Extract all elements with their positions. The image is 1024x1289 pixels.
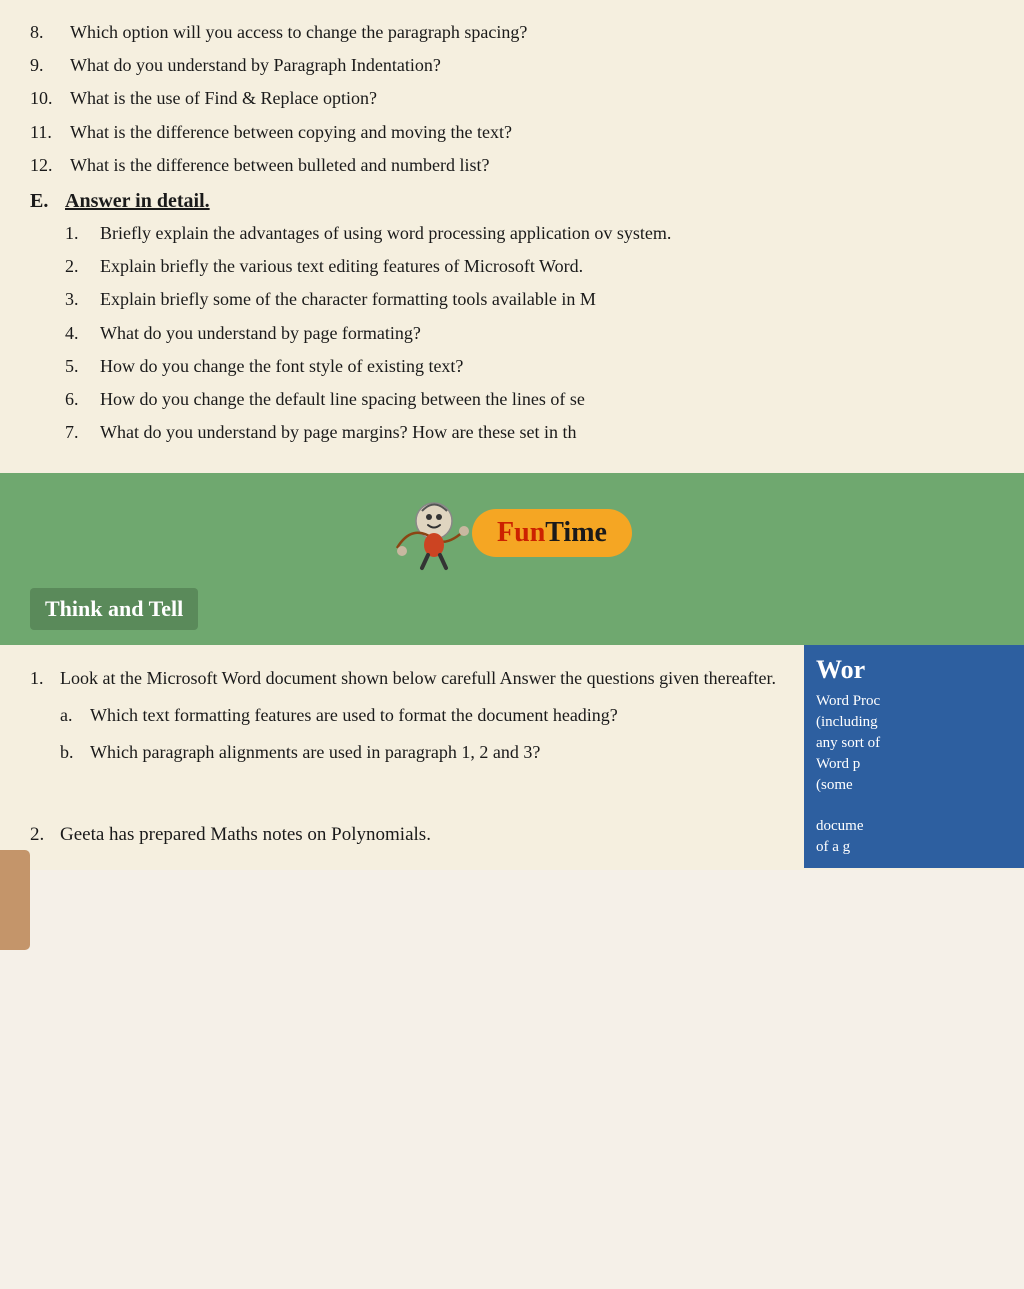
side-box-line3: any sort of xyxy=(816,735,880,751)
fun-content-area: Wor Word Proc (including any sort of Wor… xyxy=(0,645,1024,811)
question-number: 12. xyxy=(30,153,70,178)
fun-question-text: Look at the Microsoft Word document show… xyxy=(60,668,776,688)
fun-label-fun: Fun xyxy=(497,517,545,548)
answer-text: Explain briefly the various text editing… xyxy=(100,254,994,279)
list-item: 2. Explain briefly the various text edit… xyxy=(65,254,994,279)
question-text: What do you understand by Paragraph Inde… xyxy=(70,53,994,78)
fun-time-section: FunTime Think and Tell xyxy=(0,473,1024,645)
question-list: 8. Which option will you access to chang… xyxy=(30,20,994,178)
answer-text: Explain briefly some of the character fo… xyxy=(100,287,994,312)
list-item: 9. What do you understand by Paragraph I… xyxy=(30,53,994,78)
main-content: 8. Which option will you access to chang… xyxy=(0,0,1024,473)
sub-label-b: b. xyxy=(60,739,90,766)
list-item: 11. What is the difference between copyi… xyxy=(30,120,994,145)
question-number: 8. xyxy=(30,20,70,45)
side-box-line4: Word p xyxy=(816,756,860,772)
list-item: 3. Explain briefly some of the character… xyxy=(65,287,994,312)
answer-text: How do you change the default line spaci… xyxy=(100,387,994,412)
question-text: Which option will you access to change t… xyxy=(70,20,994,45)
mascot-icon xyxy=(392,493,472,573)
answer-text: How do you change the font style of exis… xyxy=(100,354,994,379)
side-box-line5: (some xyxy=(816,777,853,793)
answer-number: 5. xyxy=(65,354,100,379)
list-item: 8. Which option will you access to chang… xyxy=(30,20,994,45)
answer-number: 2. xyxy=(65,254,100,279)
answer-number: 4. xyxy=(65,321,100,346)
left-hand-decoration xyxy=(0,850,30,950)
list-item: 10. What is the use of Find & Replace op… xyxy=(30,86,994,111)
list-item: 7. What do you understand by page margin… xyxy=(65,420,994,445)
question-number: 11. xyxy=(30,120,70,145)
fun-time-header: FunTime xyxy=(30,493,994,573)
side-box-content: Word Proc (including any sort of Word p … xyxy=(816,691,1012,796)
side-box-line1: Word Proc xyxy=(816,693,880,709)
side-box-content2: docume of a g xyxy=(816,816,1012,858)
think-tell-bar: Think and Tell xyxy=(30,588,198,630)
list-item: 6. How do you change the default line sp… xyxy=(65,387,994,412)
answer-list: 1. Briefly explain the advantages of usi… xyxy=(65,221,994,445)
section-label: E. xyxy=(30,190,65,213)
sub-text-b: Which paragraph alignments are used in p… xyxy=(90,739,670,766)
answer-number: 1. xyxy=(65,221,100,246)
answer-number: 3. xyxy=(65,287,100,312)
side-box-line7: of a g xyxy=(816,839,850,855)
question-text: What is the difference between copying a… xyxy=(70,120,994,145)
question-text: What is the difference between bulleted … xyxy=(70,153,994,178)
sub-text-a: Which text formatting features are used … xyxy=(90,702,670,729)
answer-text: What do you understand by page formating… xyxy=(100,321,994,346)
side-box: Wor Word Proc (including any sort of Wor… xyxy=(804,645,1024,868)
fun-time-badge: FunTime xyxy=(472,509,632,557)
side-box-line2: (including xyxy=(816,714,878,730)
page: 8. Which option will you access to chang… xyxy=(0,0,1024,1289)
think-tell-label: Think and Tell xyxy=(45,596,183,621)
bottom-question-num: 2. xyxy=(30,821,60,850)
bottom-question-text: Geeta has prepared Maths notes on Polyno… xyxy=(60,821,431,850)
question-number: 10. xyxy=(30,86,70,111)
section-title: Answer in detail. xyxy=(65,190,210,213)
fun-label-time: Time xyxy=(545,517,607,548)
list-item: 4. What do you understand by page format… xyxy=(65,321,994,346)
list-item: 5. How do you change the font style of e… xyxy=(65,354,994,379)
sub-label-a: a. xyxy=(60,702,90,729)
fun-time-label: FunTime xyxy=(497,517,607,549)
answer-number: 7. xyxy=(65,420,100,445)
answer-text: Briefly explain the advantages of using … xyxy=(100,221,994,246)
fun-question-num: 1. xyxy=(30,665,60,776)
list-item: 1. Briefly explain the advantages of usi… xyxy=(65,221,994,246)
answer-text: What do you understand by page margins? … xyxy=(100,420,994,445)
side-box-title: Wor xyxy=(816,655,1012,685)
list-item: 12. What is the difference between bulle… xyxy=(30,153,994,178)
answer-number: 6. xyxy=(65,387,100,412)
section-e-header: E. Answer in detail. xyxy=(30,190,994,213)
question-number: 9. xyxy=(30,53,70,78)
question-text: What is the use of Find & Replace option… xyxy=(70,86,994,111)
side-box-line6: docume xyxy=(816,818,863,834)
